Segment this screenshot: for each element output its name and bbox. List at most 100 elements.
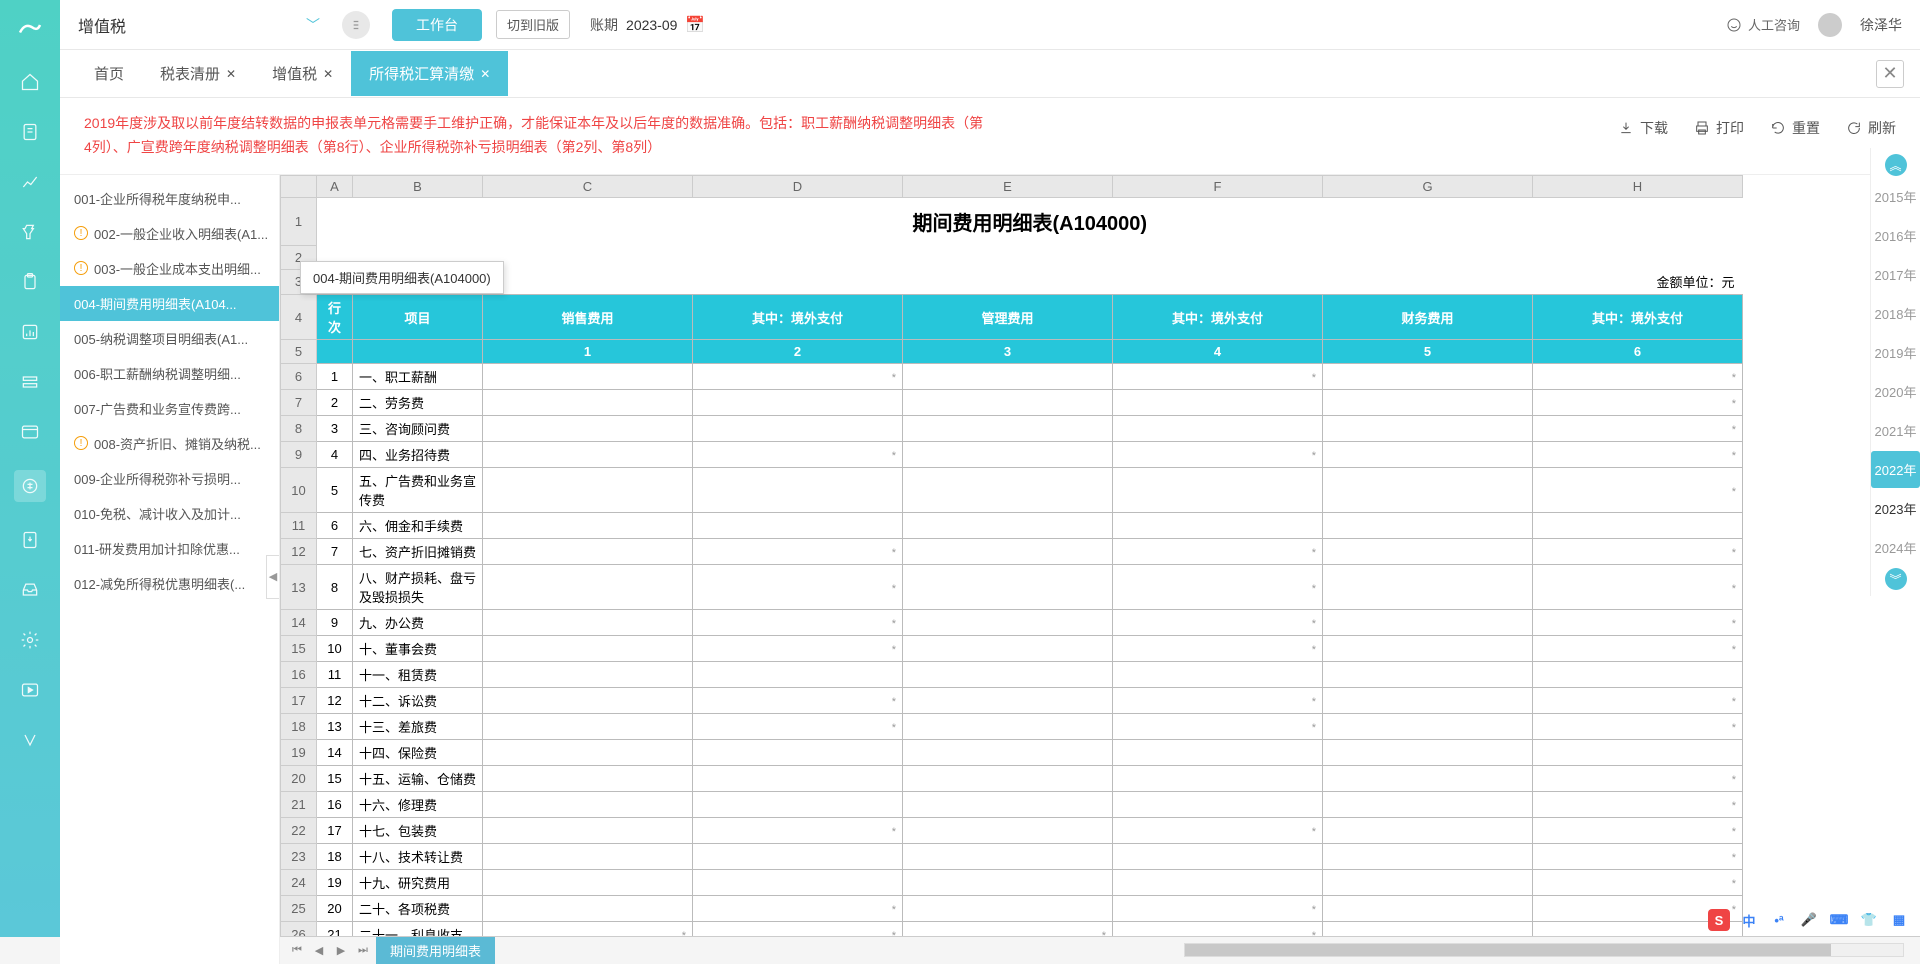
ime-badge-icon[interactable]: S xyxy=(1708,909,1730,931)
unit-label: 金额单位：元 xyxy=(317,269,1743,295)
sheet-next-button[interactable]: ▶ xyxy=(332,941,350,959)
year-up-button[interactable]: ︽ xyxy=(1885,154,1907,176)
row-name: 十九、研究费用 xyxy=(353,870,483,896)
nav-clipboard-icon[interactable] xyxy=(18,270,42,294)
top-bar: 增值税 ﹀ 工作台 切到旧版 账期 2023-09 📅 人工咨询 徐泽华 xyxy=(60,0,1920,50)
nav-inbox-icon[interactable] xyxy=(18,578,42,602)
ime-keyboard-icon[interactable]: ⌨ xyxy=(1828,909,1850,931)
module-dropdown-label: 增值税 xyxy=(78,13,126,37)
year-item[interactable]: 2019年 xyxy=(1875,334,1917,371)
collapse-tree-handle[interactable]: ◀ xyxy=(266,555,280,599)
tree-item-11[interactable]: 012-减免所得税优惠明细表(... xyxy=(60,566,279,601)
tree-item-tooltip: 004-期间费用明细表(A104000) xyxy=(300,261,504,294)
tree-item-0[interactable]: 001-企业所得税年度纳税申... xyxy=(60,181,279,216)
tree-item-8[interactable]: 009-企业所得税弥补亏损明... xyxy=(60,461,279,496)
nav-report-icon[interactable] xyxy=(18,320,42,344)
consult-button[interactable]: 人工咨询 xyxy=(1726,15,1800,34)
row-name: 八、财产损耗、盘亏及毁损损失 xyxy=(353,565,483,610)
nav-v-icon[interactable] xyxy=(18,728,42,752)
year-item[interactable]: 2015年 xyxy=(1875,178,1917,215)
ime-bar: S 中 •ª 🎤 ⌨ 👕 ▦ xyxy=(1708,909,1910,931)
nav-home-icon[interactable] xyxy=(18,70,42,94)
year-panel: ︽2015年2016年2017年2018年2019年2020年2021年2022… xyxy=(1870,148,1920,596)
sheet-tabs-bar: ⏮ ◀ ▶ ⏭ 期间费用明细表 xyxy=(280,936,1920,964)
tab-1[interactable]: 税表清册✕ xyxy=(142,51,254,96)
app-logo[interactable] xyxy=(10,10,50,50)
tree-item-1[interactable]: !002-一般企业收入明细表(A1... xyxy=(60,216,279,251)
reset-button[interactable]: 重置 xyxy=(1770,118,1820,138)
row-name: 二十、各项税费 xyxy=(353,896,483,922)
ime-punct-icon[interactable]: •ª xyxy=(1768,909,1790,931)
tab-close-icon[interactable]: ✕ xyxy=(226,67,236,81)
tree-item-9[interactable]: 010-免税、减计收入及加计... xyxy=(60,496,279,531)
ime-menu-icon[interactable]: ▦ xyxy=(1888,909,1910,931)
tree-item-10[interactable]: 011-研发费用加计扣除优惠... xyxy=(60,531,279,566)
round-toggle-button[interactable] xyxy=(342,11,370,39)
print-button[interactable]: 打印 xyxy=(1694,118,1744,138)
tree-item-6[interactable]: 007-广告费和业务宣传费跨... xyxy=(60,391,279,426)
tree-item-7[interactable]: !008-资产折旧、摊销及纳税... xyxy=(60,426,279,461)
nav-tax-icon[interactable] xyxy=(14,470,46,502)
workspace-button[interactable]: 工作台 xyxy=(392,9,482,41)
sheet-first-button[interactable]: ⏮ xyxy=(288,941,306,959)
tree-item-5[interactable]: 006-职工薪酬纳税调整明细... xyxy=(60,356,279,391)
row-name: 四、业务招待费 xyxy=(353,442,483,468)
sheet-last-button[interactable]: ⏭ xyxy=(354,941,372,959)
nav-finance-icon[interactable] xyxy=(18,220,42,244)
tab-2[interactable]: 增值税✕ xyxy=(254,51,351,96)
year-item[interactable]: 2016年 xyxy=(1875,217,1917,254)
row-name: 九、办公费 xyxy=(353,610,483,636)
horizontal-scrollbar[interactable] xyxy=(1184,943,1904,957)
row-name: 三、咨询顾问费 xyxy=(353,416,483,442)
year-item[interactable]: 2020年 xyxy=(1875,373,1917,410)
nav-dashboard-icon[interactable] xyxy=(18,420,42,444)
avatar[interactable] xyxy=(1818,13,1842,37)
year-item[interactable]: 2017年 xyxy=(1875,256,1917,293)
warning-text: 2019年度涉及取以前年度结转数据的申报表单元格需要手工维护正确，才能保证本年及… xyxy=(84,112,984,160)
ime-lang-icon[interactable]: 中 xyxy=(1738,909,1760,931)
row-name: 十六、修理费 xyxy=(353,792,483,818)
row-name: 十七、包装费 xyxy=(353,818,483,844)
row-name: 六、佣金和手续费 xyxy=(353,513,483,539)
tree-item-3[interactable]: 004-期间费用明细表(A104... xyxy=(60,286,279,321)
year-item[interactable]: 2021年 xyxy=(1875,412,1917,449)
tree-item-4[interactable]: 005-纳税调整项目明细表(A1... xyxy=(60,321,279,356)
nav-analytics-icon[interactable] xyxy=(18,170,42,194)
row-name: 十二、诉讼费 xyxy=(353,688,483,714)
tab-3[interactable]: 所得税汇算清缴✕ xyxy=(351,51,508,96)
year-item[interactable]: 2022年 xyxy=(1871,451,1920,488)
year-item[interactable]: 2018年 xyxy=(1875,295,1917,332)
nav-export-icon[interactable] xyxy=(18,528,42,552)
period-label: 账期 xyxy=(590,15,618,35)
consult-label: 人工咨询 xyxy=(1748,15,1800,34)
old-version-button[interactable]: 切到旧版 xyxy=(496,10,570,39)
sheet-title: 期间费用明细表(A104000) xyxy=(317,197,1743,245)
sheet-tab[interactable]: 期间费用明细表 xyxy=(376,937,495,964)
tab-close-icon[interactable]: ✕ xyxy=(323,67,333,81)
spreadsheet-panel: ABCDEFGH1期间费用明细表(A104000)23金额单位：元4行次项目销售… xyxy=(280,175,1920,964)
nav-document-icon[interactable] xyxy=(18,120,42,144)
nav-video-icon[interactable] xyxy=(18,678,42,702)
close-all-tabs-button[interactable]: ✕ xyxy=(1876,60,1904,88)
warning-icon: ! xyxy=(74,226,88,240)
username: 徐泽华 xyxy=(1860,15,1902,35)
ime-mic-icon[interactable]: 🎤 xyxy=(1798,909,1820,931)
period-value[interactable]: 2023-09 xyxy=(626,17,677,33)
tree-item-2[interactable]: !003-一般企业成本支出明细... xyxy=(60,251,279,286)
sheet-prev-button[interactable]: ◀ xyxy=(310,941,328,959)
warning-bar: 2019年度涉及取以前年度结转数据的申报表单元格需要手工维护正确，才能保证本年及… xyxy=(60,98,1920,175)
tab-close-icon[interactable]: ✕ xyxy=(480,67,490,81)
calendar-icon[interactable]: 📅 xyxy=(685,15,705,35)
year-item[interactable]: 2023年 xyxy=(1875,490,1917,527)
year-item[interactable]: 2024年 xyxy=(1875,529,1917,566)
row-name: 二、劳务费 xyxy=(353,390,483,416)
download-button[interactable]: 下载 xyxy=(1618,118,1668,138)
module-dropdown[interactable]: 增值税 ﹀ xyxy=(78,13,320,37)
nav-settings-icon[interactable] xyxy=(18,628,42,652)
row-name: 一、职工薪酬 xyxy=(353,364,483,390)
year-down-button[interactable]: ︾ xyxy=(1885,568,1907,590)
tab-0[interactable]: 首页 xyxy=(76,51,142,96)
ime-shirt-icon[interactable]: 👕 xyxy=(1858,909,1880,931)
refresh-button[interactable]: 刷新 xyxy=(1846,118,1896,138)
nav-table-icon[interactable] xyxy=(18,370,42,394)
